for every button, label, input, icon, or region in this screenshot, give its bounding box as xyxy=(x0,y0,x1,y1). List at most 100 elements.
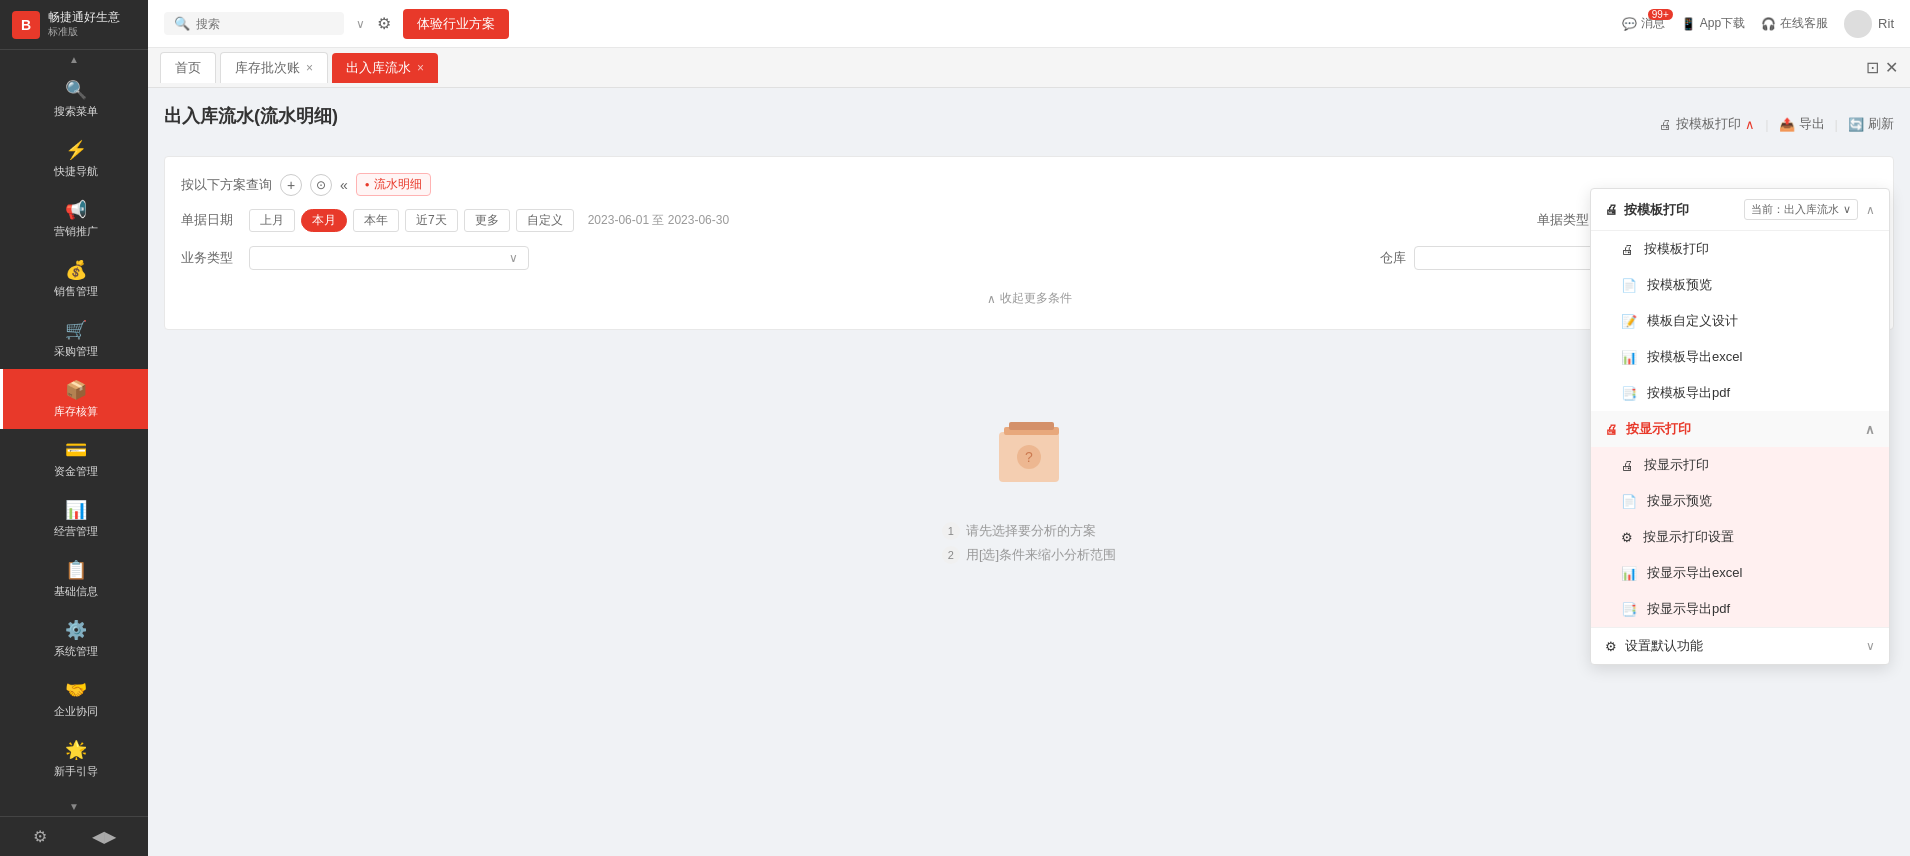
refresh-button[interactable]: 🔄 刷新 xyxy=(1848,115,1894,133)
sidebar-item-guide[interactable]: 🌟 新手引导 xyxy=(0,729,148,789)
date-last-month[interactable]: 上月 xyxy=(249,209,295,232)
dropdown-item-template-preview[interactable]: 📄 按模板预览 xyxy=(1591,267,1889,303)
user-profile[interactable]: Rit xyxy=(1844,10,1894,38)
header-chevron-icon[interactable]: ∨ xyxy=(356,17,365,31)
print-chevron-icon: ∧ xyxy=(1745,117,1755,132)
date-this-year[interactable]: 本年 xyxy=(353,209,399,232)
dropdown-footer-gear-icon: ⚙ xyxy=(1605,639,1617,654)
print-icon: 🖨 xyxy=(1659,117,1672,132)
restore-window-button[interactable]: ⊡ xyxy=(1866,58,1879,77)
tabs-bar: 首页 库存批次账 × 出入库流水 × ⊡ ✕ xyxy=(148,48,1910,88)
tab-flow-label: 出入库流水 xyxy=(346,59,411,77)
sidebar-item-sales[interactable]: 💰 销售管理 xyxy=(0,249,148,309)
dropdown-item-display-preview[interactable]: 📄 按显示预览 xyxy=(1591,483,1889,519)
filter-tag: ● 流水明细 xyxy=(356,173,431,196)
sidebar-label-finance: 资金管理 xyxy=(54,464,98,479)
sidebar-label-inventory: 库存核算 xyxy=(54,404,98,419)
app-download-button[interactable]: 📱 App下载 xyxy=(1681,15,1745,32)
brand-sub: 标准版 xyxy=(48,25,120,39)
dropdown-title: 🖨 按模板打印 xyxy=(1605,201,1689,219)
sidebar-item-purchase[interactable]: 🛒 采购管理 xyxy=(0,309,148,369)
sidebar-item-quick-nav[interactable]: ⚡ 快捷导航 xyxy=(0,129,148,189)
online-service-button[interactable]: 🎧 在线客服 xyxy=(1761,15,1828,32)
print-template-button[interactable]: 🖨 按模板打印 ∧ xyxy=(1659,115,1755,133)
logo-icon: B xyxy=(12,11,40,39)
empty-tip-2: 2 用[选]条件来缩小分析范围 xyxy=(942,546,1116,564)
filter-settings-button[interactable]: ⊙ xyxy=(310,174,332,196)
main-area: 🔍 ∨ ⚙ 体验行业方案 💬 消息 99+ 📱 App下载 🎧 在线客服 Rit xyxy=(148,0,1910,856)
display-section-icon: 🖨 xyxy=(1605,422,1618,437)
sidebar-label-sales: 销售管理 xyxy=(54,284,98,299)
dropdown-item-template-excel[interactable]: 📊 按模板导出excel xyxy=(1591,339,1889,375)
export-label: 导出 xyxy=(1799,115,1825,133)
sidebar-item-appstore[interactable]: 🏪 应用中心 xyxy=(0,789,148,797)
sidebar-item-search[interactable]: 🔍 搜索菜单 xyxy=(0,69,148,129)
sidebar-item-finance[interactable]: 💳 资金管理 xyxy=(0,429,148,489)
filter-collapse-button[interactable]: « xyxy=(340,177,348,193)
display-settings-icon: ⚙ xyxy=(1621,530,1633,545)
sidebar-item-inventory[interactable]: 📦 库存核算 xyxy=(0,369,148,429)
tab-flow[interactable]: 出入库流水 × xyxy=(332,53,438,83)
sidebar-item-basic[interactable]: 📋 基础信息 xyxy=(0,549,148,609)
biz-type-label: 业务类型 xyxy=(181,249,233,267)
biz-type-select[interactable]: ∨ xyxy=(249,246,529,270)
tab-batch[interactable]: 库存批次账 × xyxy=(220,52,328,83)
display-excel-icon: 📊 xyxy=(1621,566,1637,581)
sidebar-item-enterprise[interactable]: 🤝 企业协同 xyxy=(0,669,148,729)
sidebar-icon-system: ⚙️ xyxy=(65,619,87,641)
date-custom[interactable]: 自定义 xyxy=(516,209,574,232)
tab-home-label: 首页 xyxy=(175,59,201,77)
sidebar-icon-basic: 📋 xyxy=(65,559,87,581)
display-section-chevron-icon: ∧ xyxy=(1865,422,1875,437)
settings-icon[interactable]: ⚙ xyxy=(33,827,47,846)
dropdown-item-template-print[interactable]: 🖨 按模板打印 xyxy=(1591,231,1889,267)
dropdown-item-display-settings[interactable]: ⚙ 按显示打印设置 xyxy=(1591,519,1889,555)
dropdown-item-display-pdf[interactable]: 📑 按显示导出pdf xyxy=(1591,591,1889,627)
page-content: 出入库流水(流水明细) 🖨 按模板打印 ∧ | 📤 导出 | 🔄 刷新 xyxy=(148,88,1910,856)
message-button[interactable]: 💬 消息 99+ xyxy=(1622,15,1665,32)
refresh-icon: 🔄 xyxy=(1848,117,1864,132)
sidebar-icon-sales: 💰 xyxy=(65,259,87,281)
tab-batch-close[interactable]: × xyxy=(306,61,313,75)
dropdown-current-tag: 当前：出入库流水 ∨ xyxy=(1744,199,1858,220)
date-range-text: 2023-06-01 至 2023-06-30 xyxy=(588,212,729,229)
template-print-icon: 🖨 xyxy=(1621,242,1634,257)
header-gear-icon[interactable]: ⚙ xyxy=(377,14,391,33)
template-custom-icon: 📝 xyxy=(1621,314,1637,329)
dropdown-footer[interactable]: ⚙ 设置默认功能 ∨ xyxy=(1591,627,1889,664)
action-divider-2: | xyxy=(1835,117,1838,132)
print-label: 按模板打印 xyxy=(1676,115,1741,133)
dropdown-item-template-pdf[interactable]: 📑 按模板导出pdf xyxy=(1591,375,1889,411)
dropdown-collapse-icon[interactable]: ∧ xyxy=(1866,203,1875,217)
search-input[interactable] xyxy=(196,17,334,31)
close-window-button[interactable]: ✕ xyxy=(1885,58,1898,77)
sidebar-label-marketing: 营销推广 xyxy=(54,224,98,239)
dropdown-item-display-print[interactable]: 🖨 按显示打印 xyxy=(1591,447,1889,483)
date-this-month[interactable]: 本月 xyxy=(301,209,347,232)
tab-home[interactable]: 首页 xyxy=(160,52,216,83)
sidebar-scroll-down[interactable]: ▼ xyxy=(0,797,148,816)
app-icon: 📱 xyxy=(1681,17,1696,31)
sidebar-item-operations[interactable]: 📊 经营管理 xyxy=(0,489,148,549)
dropdown-item-display-excel[interactable]: 📊 按显示导出excel xyxy=(1591,555,1889,591)
dropdown-item-template-custom[interactable]: 📝 模板自定义设计 xyxy=(1591,303,1889,339)
filter-add-button[interactable]: + xyxy=(280,174,302,196)
dropdown-section-display[interactable]: 🖨 按显示打印 ∧ xyxy=(1591,411,1889,447)
tab-flow-close[interactable]: × xyxy=(417,61,424,75)
sidebar-item-marketing[interactable]: 📢 营销推广 xyxy=(0,189,148,249)
sidebar-item-system[interactable]: ⚙️ 系统管理 xyxy=(0,609,148,669)
export-button[interactable]: 📤 导出 xyxy=(1779,115,1825,133)
date-7days[interactable]: 近7天 xyxy=(405,209,458,232)
toggle-sidebar-icon[interactable]: ◀▶ xyxy=(92,827,116,846)
sidebar-label-guide: 新手引导 xyxy=(54,764,98,779)
print-dropdown-panel: 🖨 按模板打印 当前：出入库流水 ∨ ∧ 🖨 按模板打印 📄 按模板预览 xyxy=(1590,188,1890,665)
trial-button[interactable]: 体验行业方案 xyxy=(403,9,509,39)
date-more[interactable]: 更多 xyxy=(464,209,510,232)
template-print-label: 按模板打印 xyxy=(1644,240,1709,258)
sidebar-label-basic: 基础信息 xyxy=(54,584,98,599)
collapse-arrow-icon: ∧ xyxy=(987,292,996,306)
header-search[interactable]: 🔍 xyxy=(164,12,344,35)
sidebar-icon-quick-nav: ⚡ xyxy=(65,139,87,161)
sidebar-scroll-up[interactable]: ▲ xyxy=(0,50,148,69)
filter-tag-label: 流水明细 xyxy=(374,176,422,193)
